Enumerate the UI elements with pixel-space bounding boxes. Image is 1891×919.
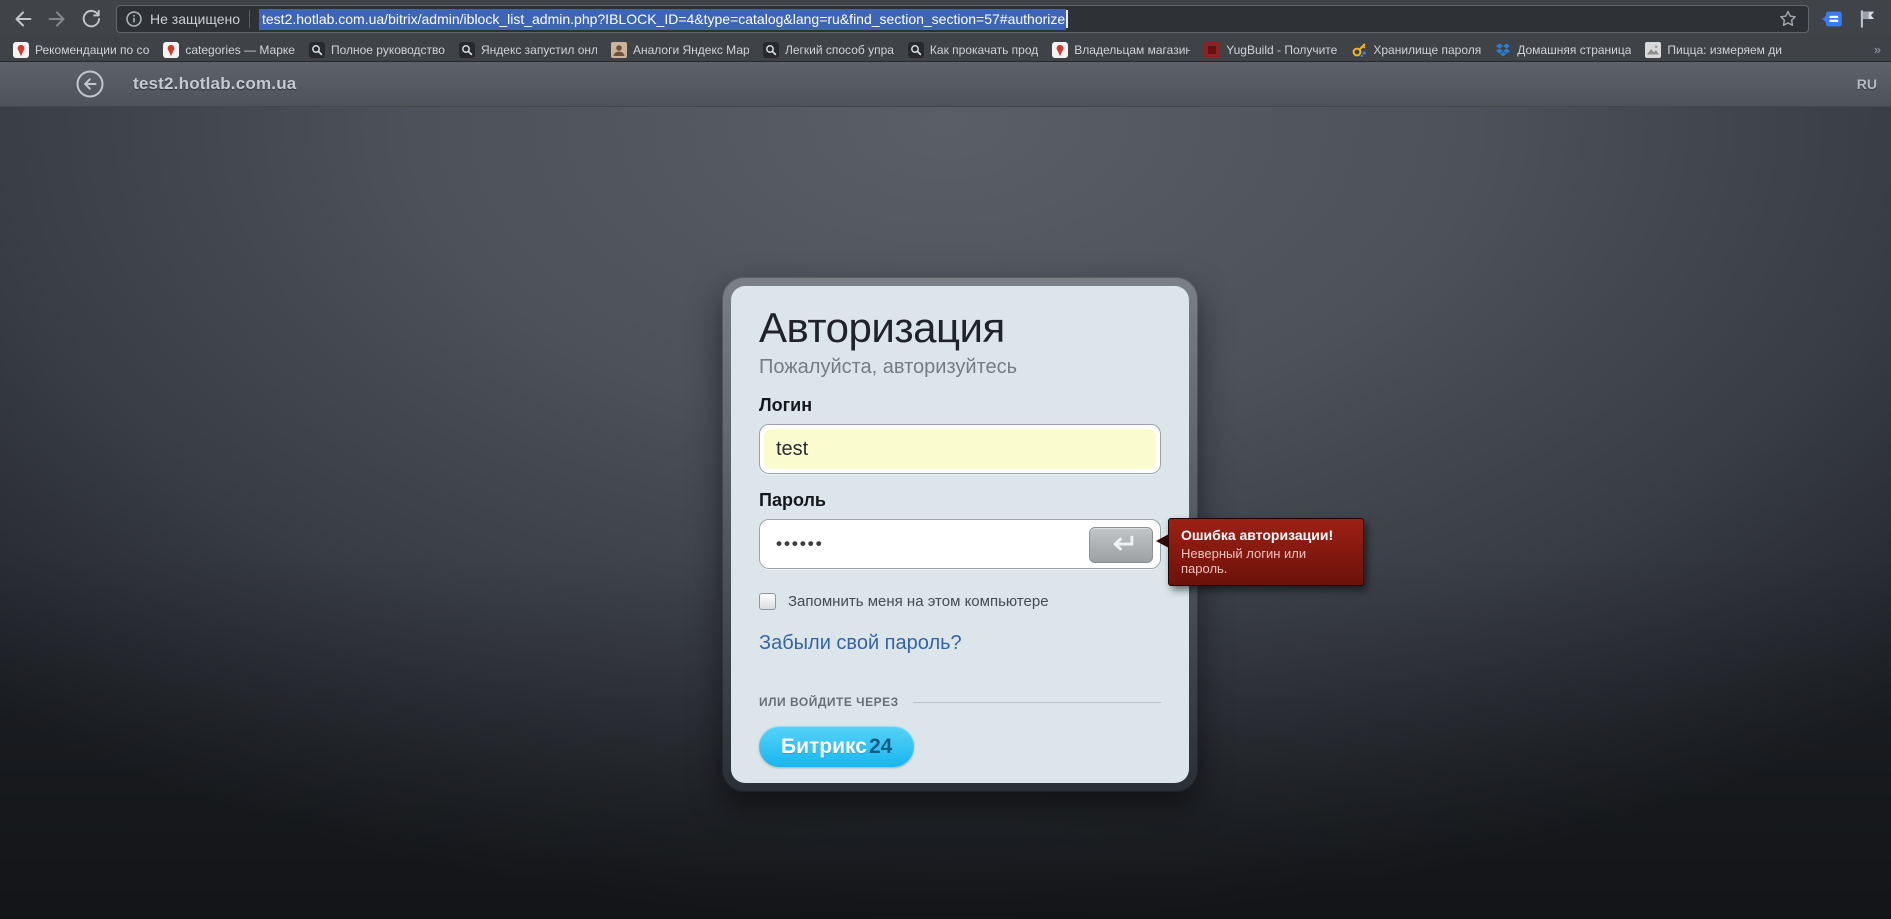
bookmark-label: Домашняя страница [1517, 42, 1632, 57]
bookmark-label: categories — Марке [185, 42, 295, 57]
login-input-value[interactable]: test [764, 429, 1156, 470]
bookmark-label: Аналоги Яндекс Мар [632, 42, 749, 57]
red-square-icon [1204, 41, 1221, 58]
bookmark-item[interactable]: Как прокачать прод [903, 40, 1047, 60]
auth-error-title: Ошибка авторизации! [1181, 527, 1334, 543]
bookmark-label: Хранилище пароля [1373, 42, 1482, 57]
remember-checkbox[interactable] [759, 593, 776, 611]
info-icon[interactable] [125, 10, 143, 28]
bookmark-item[interactable]: categories — Марке [158, 40, 304, 60]
bookmark-item[interactable]: Домашняя страница [1490, 40, 1640, 60]
pin-red-icon [1052, 41, 1069, 58]
omnibox-divider [249, 10, 250, 28]
remember-row: Запомнить меня на этом компьютере [759, 593, 1161, 611]
key-yellow-icon [1351, 42, 1367, 58]
bookmark-label: Яндекс запустил онл [480, 42, 597, 57]
auth-dialog-frame: Авторизация Пожалуйста, авторизуйтесь Ло… [722, 277, 1198, 792]
bookmarks-overflow-chevron[interactable]: » [1868, 42, 1887, 57]
login-input[interactable]: test [759, 424, 1161, 475]
bookmark-item[interactable]: Владельцам магазин [1047, 40, 1199, 60]
bookmark-star-icon[interactable] [1776, 7, 1800, 31]
avatar-icon [610, 41, 627, 58]
site-back-icon[interactable] [75, 69, 105, 99]
bitrix24-login-button[interactable]: Битрикс 24 [759, 726, 915, 768]
auth-subtitle: Пожалуйста, авторизуйтесь [759, 356, 1018, 379]
search-dark-icon [907, 41, 924, 58]
auth-dialog: Авторизация Пожалуйста, авторизуйтесь Ло… [731, 286, 1189, 783]
security-label: Не защищено [150, 11, 240, 27]
remember-label: Запомнить меня на этом компьютере [788, 593, 1049, 611]
extensions-area [1819, 6, 1881, 32]
submit-button[interactable] [1089, 527, 1153, 564]
bookmark-item[interactable]: Полное руководство [304, 40, 454, 60]
bookmark-item[interactable]: Легкий способ упра [758, 40, 903, 60]
password-label: Пароль [759, 490, 826, 511]
social-divider-line [912, 701, 1161, 703]
bookmark-label: Рекомендации по со [35, 42, 150, 57]
bookmark-item[interactable]: Аналоги Яндекс Мар [606, 40, 758, 60]
bitrix-suffix-text: 24 [868, 734, 893, 758]
pin-red-icon [163, 41, 180, 58]
language-switcher[interactable]: RU [1857, 76, 1877, 92]
dropbox-blue-icon [1495, 42, 1511, 58]
image-gray-icon [1645, 41, 1662, 58]
bookmarks-list: Рекомендации по со categories — Марке Полн… [8, 40, 1868, 60]
enter-icon [1104, 531, 1138, 560]
address-bar[interactable]: Не защищено test2.hotlab.com.ua/bitrix/a… [116, 5, 1809, 33]
bookmark-label: Владельцам магазин [1074, 42, 1191, 57]
bookmark-item[interactable]: Яндекс запустил онл [454, 40, 606, 60]
auth-error-message: Неверный логин или пароль. [1181, 546, 1307, 576]
social-divider-label: ИЛИ ВОЙДИТЕ ЧЕРЕЗ [759, 695, 899, 710]
auth-error-tooltip: Ошибка авторизации! Неверный логин или п… [1156, 518, 1364, 586]
pin-red-icon [13, 41, 29, 58]
auth-title: Авторизация [759, 304, 1005, 351]
browser-toolbar: Не защищено test2.hotlab.com.ua/bitrix/a… [0, 0, 1891, 38]
forward-button[interactable] [40, 4, 74, 34]
forgot-password-link[interactable]: Забыли свой пароль? [759, 632, 962, 655]
page-body: Авторизация Пожалуйста, авторизуйтесь Ло… [0, 107, 1891, 919]
text-caret [1066, 10, 1069, 28]
bitrix-brand-text: Битрикс [781, 734, 867, 758]
search-dark-icon [458, 41, 475, 58]
search-dark-icon [308, 41, 325, 58]
site-header: test2.hotlab.com.ua RU [0, 62, 1891, 107]
back-button[interactable] [6, 4, 40, 34]
bookmark-label: YugBuild - Получите [1226, 42, 1338, 57]
login-label: Логин [759, 395, 813, 416]
bookmark-label: Полное руководство [330, 42, 445, 57]
extension-flag-icon[interactable] [1855, 6, 1881, 32]
bookmark-item[interactable]: Рекомендации по со [8, 40, 158, 60]
password-input[interactable]: •••••• [759, 519, 1161, 570]
reload-button[interactable] [74, 4, 108, 34]
extension-blue-icon[interactable] [1819, 6, 1845, 32]
site-title: test2.hotlab.com.ua [133, 74, 297, 93]
bookmark-label: Как прокачать прод [929, 42, 1039, 57]
bookmarks-bar: Рекомендации по со categories — Марке Полн… [0, 38, 1891, 62]
screen: Не защищено test2.hotlab.com.ua/bitrix/a… [0, 0, 1891, 919]
search-dark-icon [762, 41, 779, 58]
bookmark-label: Легкий способ упра [784, 42, 894, 57]
bookmark-item[interactable]: Хранилище пароля [1346, 40, 1490, 60]
social-divider: ИЛИ ВОЙДИТЕ ЧЕРЕЗ [759, 695, 1161, 709]
bookmark-label: Пицца: измеряем ди [1667, 42, 1782, 57]
bookmark-item[interactable]: YugBuild - Получите [1199, 40, 1346, 60]
bookmark-item[interactable]: Пицца: измеряем ди [1640, 40, 1791, 60]
url-text[interactable]: test2.hotlab.com.ua/bitrix/admin/iblock_… [259, 8, 1067, 30]
